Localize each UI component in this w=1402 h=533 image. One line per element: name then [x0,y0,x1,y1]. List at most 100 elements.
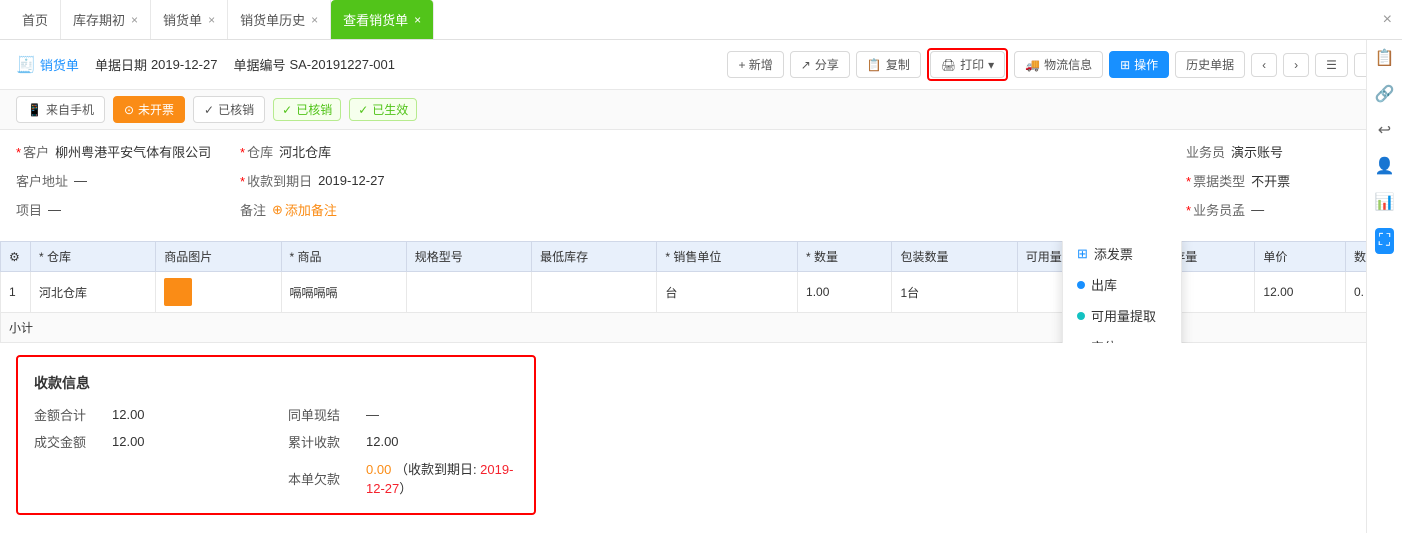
history-button[interactable]: 历史单据 [1175,51,1245,78]
row-price: 12.00 [1255,272,1346,313]
right-panel: 📋 🔗 ↩ 👤 📊 ⛶ [1366,40,1402,533]
copy-icon: 📋 [867,58,882,72]
total-row: 金额合计 12.00 [34,405,264,424]
next-button[interactable]: › [1283,53,1309,77]
check-circle-icon: ✓ [358,103,368,117]
verified-status-badge: ✓ 已核销 [273,98,341,121]
debt-label: 本单欠款 [288,469,358,488]
add-note-button[interactable]: ⊕ 添加备注 [272,200,337,219]
product-image [164,278,192,306]
copy-button[interactable]: 📋 复制 [856,51,921,78]
blue-dot-icon [1077,281,1085,289]
qty-col-header: * 数量 [798,242,892,272]
phone-icon: 📱 [27,103,42,117]
sales-label: 业务员孟 [1186,200,1245,219]
employee-label: 业务员 [1186,142,1225,161]
row-qty: 1.00 [798,272,892,313]
deal-value: 12.00 [112,434,145,449]
project-value: — [48,202,61,217]
note-field: 备注 ⊕ 添加备注 [240,200,440,219]
price-col-header: 单价 [1255,242,1346,272]
panel-icon-1[interactable]: 📋 [1375,48,1395,68]
doc-meta: 单据日期 2019-12-27 单据编号 SA-20191227-001 [95,55,395,74]
form-row-2: 客户地址 — 收款到期日 2019-12-27 票据类型 不开票 [16,171,1386,190]
pack-qty-col-header: 包装数量 [892,242,1017,272]
same-order-label: 同单现结 [288,405,358,424]
close-icon[interactable]: × [311,13,318,27]
doc-type-label: 销货单 [40,55,79,74]
print-button[interactable]: 🖨 打印 ▾ [930,51,1005,78]
tab-home[interactable]: 首页 [10,0,61,39]
close-icon[interactable]: × [208,13,215,27]
toolbar-row: 📱 来自手机 ⊙ 未开票 ✓ 已核销 ✓ 已核销 ✓ 已生效 [0,90,1402,130]
warehouse-field: 仓库 河北仓库 [240,142,440,161]
teal-dot-icon-2 [1077,343,1085,344]
add-invoice-item[interactable]: ⊞ 添发票 [1063,241,1181,269]
cumulative-value: 12.00 [366,434,399,449]
project-label: 项目 [16,200,42,219]
share-button[interactable]: ↗ 分享 [790,51,850,78]
employee-field: 业务员 演示账号 [1186,142,1386,161]
tab-inventory[interactable]: 库存期初 × [61,0,151,39]
panel-icon-3[interactable]: ↩ [1378,120,1391,140]
close-icon[interactable]: × [414,13,421,27]
tab-sales-history[interactable]: 销货单历史 × [228,0,331,39]
doc-title-area: 🧾 销货单 单据日期 2019-12-27 单据编号 SA-20191227-0… [16,55,395,75]
from-phone-button[interactable]: 📱 来自手机 [16,96,105,123]
avail-qty-item[interactable]: 可用量提取 [1063,300,1181,331]
doc-no: 单据编号 SA-20191227-001 [233,55,395,74]
tab-view-sales[interactable]: 查看销货单 × [331,0,434,39]
main-content: 🧾 销货单 单据日期 2019-12-27 单据编号 SA-20191227-0… [0,40,1402,533]
truck-icon: 🚚 [1025,58,1040,72]
panel-icon-expand[interactable]: ⛶ [1375,228,1394,254]
address-value: — [74,173,87,188]
locate-item[interactable]: 定位 [1063,331,1181,343]
print-icon: 🖨 [941,58,956,72]
row-min-stock [532,272,657,313]
tab-sales[interactable]: 销货单 × [151,0,228,39]
total-value: 12.00 [112,407,145,422]
row-no: 1 [1,272,31,313]
payment-date-field: 收款到期日 2019-12-27 [240,171,440,190]
plus-icon: ⊕ [272,202,283,218]
payment-title: 收款信息 [34,373,518,393]
row-image [156,272,281,313]
new-button[interactable]: + 新增 [727,51,783,78]
logistics-button[interactable]: 🚚 物流信息 [1014,51,1103,78]
row-unit: 台 [657,272,798,313]
total-label: 金额合计 [34,405,104,424]
grid-view-button[interactable]: ☰ [1315,53,1348,77]
sales-field: 业务员孟 — [1186,200,1386,219]
panel-icon-5[interactable]: 📊 [1375,192,1395,212]
project-field: 项目 — [16,200,216,219]
not-invoiced-button[interactable]: ⊙ 未开票 [113,96,185,123]
image-col-header: 商品图片 [156,242,281,272]
subtotal-label: 小计 [1,313,1402,343]
debt-value: 0.00 （收款到期日: 2019-12-27） [366,459,518,497]
close-icon[interactable]: × [131,13,138,27]
form-row-1: 客户 柳州粤港平安气体有限公司 仓库 河北仓库 业务员 演示账号 [16,142,1386,161]
table-header-row: ⚙ * 仓库 商品图片 * 商品 规格型号 最低库存 * 销售单位 * 数量 包… [1,242,1402,272]
window-close-icon[interactable]: × [1383,11,1392,29]
sales-order-icon: 🧾 [16,55,36,75]
prev-button[interactable]: ‹ [1251,53,1277,77]
unit-col-header: * 销售单位 [657,242,798,272]
row-spec [406,272,531,313]
operate-button[interactable]: ⊞ 操作 [1109,51,1169,78]
panel-icon-4[interactable]: 👤 [1375,156,1395,176]
print-highlight-box: 🖨 打印 ▾ [927,48,1008,81]
check-circle-icon: ✓ [282,103,292,117]
row-product: 嗝嗝嗝嗝 [281,272,406,313]
customer-value: 柳州粤港平安气体有限公司 [55,142,211,161]
outbound-item[interactable]: 出库 [1063,269,1181,300]
invoice-icon: ⊙ [124,103,134,117]
min-stock-col-header: 最低库存 [532,242,657,272]
spec-col-header: 规格型号 [406,242,531,272]
doc-type-badge: 🧾 销货单 [16,55,79,75]
effective-status-badge: ✓ 已生效 [349,98,417,121]
form-section: 客户 柳州粤港平安气体有限公司 仓库 河北仓库 业务员 演示账号 客户地址 — … [0,130,1402,241]
verify-button[interactable]: ✓ 已核销 [193,96,265,123]
form-row-3: 项目 — 备注 ⊕ 添加备注 业务员孟 — [16,200,1386,219]
settings-col-header: ⚙ [1,242,31,272]
panel-icon-2[interactable]: 🔗 [1375,84,1395,104]
